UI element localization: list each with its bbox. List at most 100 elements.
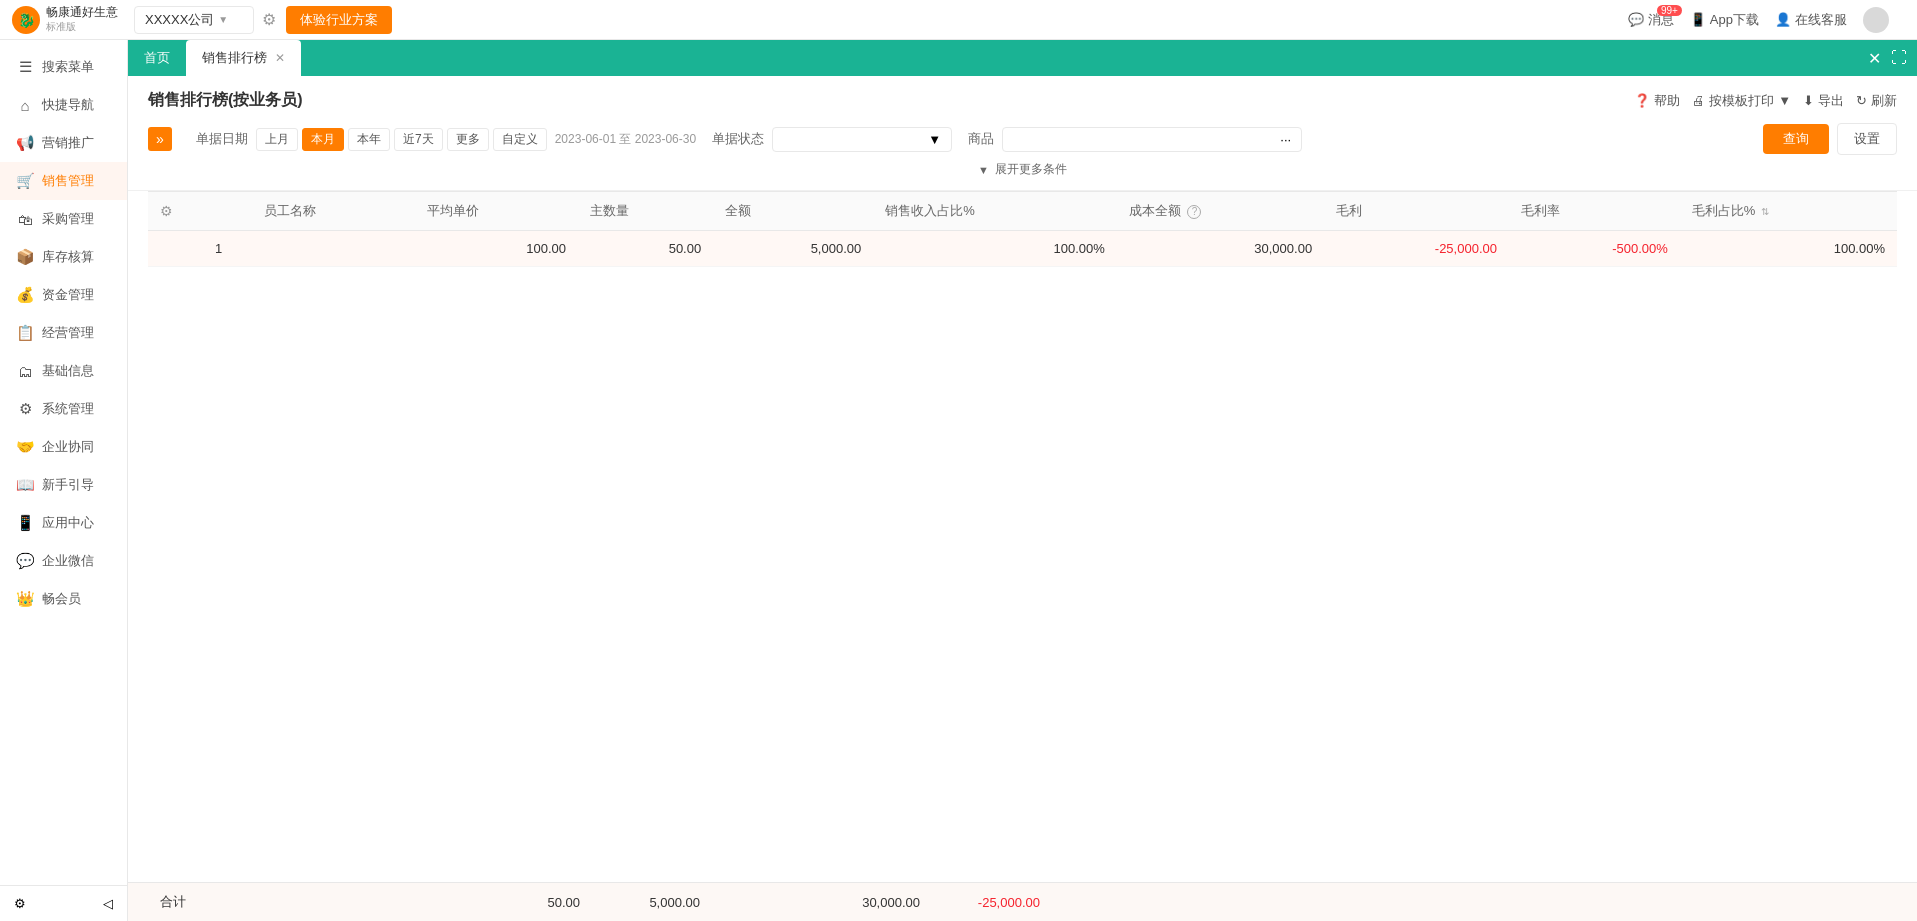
- tab-bar-expand-icon[interactable]: ⛶: [1891, 49, 1907, 67]
- avatar[interactable]: [1863, 7, 1889, 33]
- filter-row-1: » 单据日期 上月 本月 本年 近7天 更多 自定义 2023-0: [148, 123, 1897, 155]
- online-service-label: 在线客服: [1795, 11, 1847, 29]
- sidebar-item-system[interactable]: ⚙ 系统管理: [0, 390, 127, 428]
- sidebar-item-operations[interactable]: 📋 经营管理: [0, 314, 127, 352]
- sidebar-item-finance[interactable]: 💰 资金管理: [0, 276, 127, 314]
- gross-pct-sort-icon[interactable]: ⇅: [1761, 206, 1769, 217]
- col-cost: 成本全额 ?: [1117, 192, 1324, 231]
- status-select-chevron: ▼: [928, 132, 941, 147]
- row-rank: 1: [185, 231, 252, 267]
- search-order-icon: ☰: [16, 58, 34, 76]
- refresh-button[interactable]: ↻ 刷新: [1856, 92, 1897, 110]
- sidebar-label-app-center: 应用中心: [42, 514, 94, 532]
- footer-amount: 5,000.00: [580, 895, 700, 910]
- online-service-button[interactable]: 👤 在线客服: [1775, 11, 1847, 29]
- date-btn-custom[interactable]: 自定义: [493, 128, 547, 151]
- sidebar-item-purchase[interactable]: 🛍 采购管理: [0, 200, 127, 238]
- sidebar-label-search: 搜索菜单: [42, 58, 94, 76]
- sidebar-item-basics[interactable]: 🗂 基础信息: [0, 352, 127, 390]
- cost-help-icon[interactable]: ?: [1187, 205, 1201, 219]
- status-filter: 单据状态 ▼: [712, 127, 952, 152]
- col-rank: [185, 192, 252, 231]
- status-select[interactable]: ▼: [772, 127, 952, 152]
- tab-sales-ranking-label: 销售排行榜: [202, 49, 267, 67]
- page-title: 销售排行榜(按业务员): [148, 90, 303, 111]
- row-qty: 50.00: [578, 231, 713, 267]
- print-chevron-icon: ▼: [1778, 93, 1791, 108]
- company-selector[interactable]: XXXXX公司 ▼: [134, 6, 254, 34]
- print-button[interactable]: 🖨 按模板打印 ▼: [1692, 92, 1791, 110]
- tab-bar: 首页 销售排行榜 ✕ ✕ ⛶: [128, 40, 1917, 76]
- tab-home-label: 首页: [144, 49, 170, 67]
- col-gross-pct: 毛利占比% ⇅: [1680, 192, 1897, 231]
- table-header-row: ⚙ 员工名称 平均单价 主数量 全额 销售收入占比% 成本全额 ?: [148, 192, 1897, 231]
- goods-select[interactable]: ···: [1002, 127, 1302, 152]
- setting-button[interactable]: 设置: [1837, 123, 1897, 155]
- help-button[interactable]: ❓ 帮助: [1634, 92, 1680, 110]
- tab-bar-close-icon[interactable]: ✕: [1868, 49, 1881, 68]
- tab-home[interactable]: 首页: [128, 40, 186, 76]
- collapse-arrow[interactable]: »: [148, 127, 172, 151]
- app-download-label: App下载: [1710, 11, 1759, 29]
- sidebar-item-quick-nav[interactable]: ⌂ 快捷导航: [0, 86, 127, 124]
- date-btn-this-month[interactable]: 本月: [302, 128, 344, 151]
- date-range-display: 2023-06-01 至 2023-06-30: [555, 131, 696, 148]
- logo-text-block: 畅康通好生意 标准版: [46, 5, 118, 35]
- row-name: [252, 231, 415, 267]
- marketing-icon: 📢: [16, 134, 34, 152]
- sidebar-label-sales: 销售管理: [42, 172, 94, 190]
- trial-button[interactable]: 体验行业方案: [286, 6, 392, 34]
- tab-close-icon[interactable]: ✕: [275, 51, 285, 65]
- export-icon: ⬇: [1803, 93, 1814, 108]
- export-button[interactable]: ⬇ 导出: [1803, 92, 1844, 110]
- row-amount: 5,000.00: [713, 231, 873, 267]
- date-buttons: 上月 本月 本年 近7天 更多 自定义: [256, 128, 547, 151]
- sales-icon: 🛒: [16, 172, 34, 190]
- print-label: 按模板打印: [1709, 92, 1774, 110]
- finance-icon: 💰: [16, 286, 34, 304]
- sidebar-label-inventory: 库存核算: [42, 248, 94, 266]
- settings-icon[interactable]: ⚙: [262, 10, 276, 29]
- sidebar-item-member[interactable]: 👑 畅会员: [0, 580, 127, 618]
- app-download-button[interactable]: 📱 App下载: [1690, 11, 1759, 29]
- chevron-down-icon: ▼: [218, 14, 228, 25]
- app-center-icon: 📱: [16, 514, 34, 532]
- col-settings[interactable]: ⚙: [148, 192, 185, 231]
- sidebar-item-enterprise[interactable]: 🤝 企业协同: [0, 428, 127, 466]
- sidebar-item-marketing[interactable]: 📢 营销推广: [0, 124, 127, 162]
- sidebar-collapse-icon[interactable]: ◁: [103, 896, 113, 911]
- data-table: ⚙ 员工名称 平均单价 主数量 全额 销售收入占比% 成本全额 ?: [148, 191, 1897, 267]
- messages-button[interactable]: 💬 消息 99+: [1628, 11, 1674, 29]
- table-row: 1 100.00 50.00 5,000.00 100.00% 30,000.0…: [148, 231, 1897, 267]
- row-cost: 30,000.00: [1117, 231, 1324, 267]
- date-btn-more[interactable]: 更多: [447, 128, 489, 151]
- sidebar-item-search-order[interactable]: ☰ 搜索菜单: [0, 48, 127, 86]
- row-gross-rate: -500.00%: [1509, 231, 1680, 267]
- top-right-actions: 💬 消息 99+ 📱 App下载 👤 在线客服: [1628, 7, 1905, 33]
- tab-bar-right: ✕ ⛶: [1868, 49, 1917, 68]
- sidebar-bottom: ⚙ ◁: [0, 885, 127, 921]
- sidebar-item-wechat[interactable]: 💬 企业微信: [0, 542, 127, 580]
- sidebar-label-purchase: 采购管理: [42, 210, 94, 228]
- sidebar-item-app-center[interactable]: 📱 应用中心: [0, 504, 127, 542]
- quick-nav-icon: ⌂: [16, 97, 34, 114]
- col-gross-rate: 毛利率: [1509, 192, 1680, 231]
- logo-text: 畅康通好生意: [46, 5, 118, 21]
- sidebar-settings-icon[interactable]: ⚙: [14, 896, 26, 911]
- expand-down-icon: ▼: [978, 164, 989, 176]
- tab-sales-ranking[interactable]: 销售排行榜 ✕: [186, 40, 301, 76]
- sidebar-item-sales[interactable]: 🛒 销售管理: [0, 162, 127, 200]
- sidebar-label-guide: 新手引导: [42, 476, 94, 494]
- logo-icon: 🐉: [12, 6, 40, 34]
- purchase-icon: 🛍: [16, 211, 34, 228]
- expand-more-button[interactable]: ▼ 展开更多条件: [148, 155, 1897, 178]
- sidebar-item-guide[interactable]: 📖 新手引导: [0, 466, 127, 504]
- col-settings-icon[interactable]: ⚙: [160, 203, 173, 219]
- date-btn-last-month[interactable]: 上月: [256, 128, 298, 151]
- sidebar-label-member: 畅会员: [42, 590, 81, 608]
- operations-icon: 📋: [16, 324, 34, 342]
- date-btn-7days[interactable]: 近7天: [394, 128, 443, 151]
- query-button[interactable]: 查询: [1763, 124, 1829, 154]
- date-btn-this-year[interactable]: 本年: [348, 128, 390, 151]
- sidebar-item-inventory[interactable]: 📦 库存核算: [0, 238, 127, 276]
